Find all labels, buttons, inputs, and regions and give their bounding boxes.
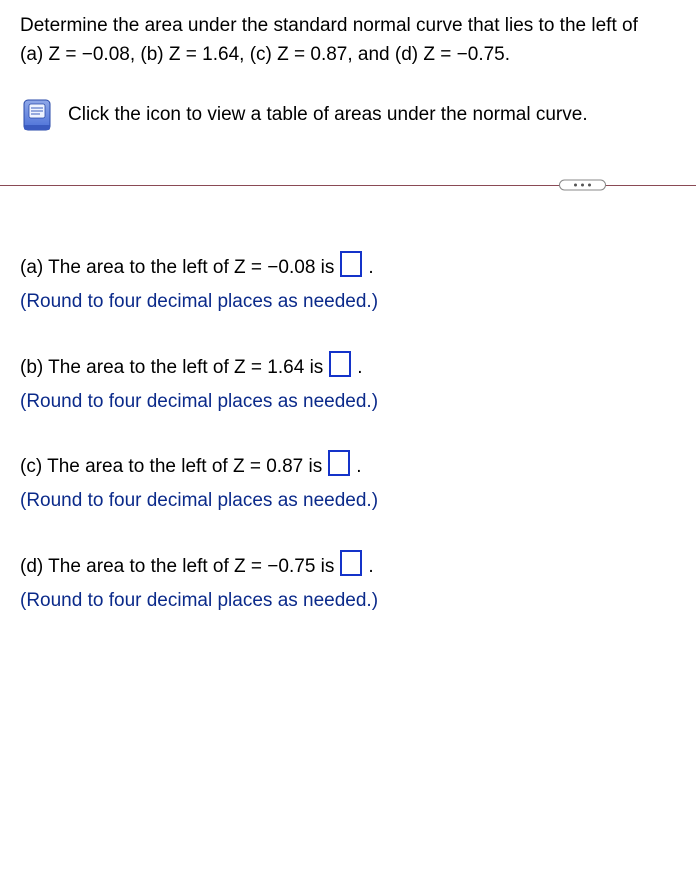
part-a-line: (a) The area to the left of Z = −0.08 is… <box>20 247 676 284</box>
part-a-suffix: . <box>368 252 373 284</box>
dot-icon <box>574 184 577 187</box>
more-options-pill[interactable] <box>559 180 606 191</box>
part-c-prefix: (c) The area to the left of Z = 0.87 is <box>20 451 322 483</box>
part-d-suffix: . <box>368 551 373 583</box>
answer-input-b[interactable] <box>329 351 351 377</box>
section-divider <box>0 173 696 197</box>
answer-input-d[interactable] <box>340 550 362 576</box>
icon-hint-text: Click the icon to view a table of areas … <box>68 104 588 126</box>
part-c-suffix: . <box>356 451 361 483</box>
question-line1: Determine the area under the standard no… <box>20 12 676 41</box>
book-icon[interactable] <box>20 97 56 133</box>
part-b-line: (b) The area to the left of Z = 1.64 is … <box>20 347 676 384</box>
part-b-prefix: (b) The area to the left of Z = 1.64 is <box>20 352 323 384</box>
answer-input-a[interactable] <box>340 251 362 277</box>
part-d-prefix: (d) The area to the left of Z = −0.75 is <box>20 551 334 583</box>
part-a-prefix: (a) The area to the left of Z = −0.08 is <box>20 252 334 284</box>
question-line2: (a) Z = −0.08, (b) Z = 1.64, (c) Z = 0.8… <box>20 41 676 70</box>
table-icon-row: Click the icon to view a table of areas … <box>20 97 676 133</box>
part-c: (c) The area to the left of Z = 0.87 is … <box>20 446 676 518</box>
part-b-hint: (Round to four decimal places as needed.… <box>20 386 676 418</box>
answer-input-c[interactable] <box>328 450 350 476</box>
part-c-hint: (Round to four decimal places as needed.… <box>20 485 676 517</box>
part-a-hint: (Round to four decimal places as needed.… <box>20 286 676 318</box>
question-text: Determine the area under the standard no… <box>20 12 676 69</box>
part-d: (d) The area to the left of Z = −0.75 is… <box>20 546 676 618</box>
part-d-hint: (Round to four decimal places as needed.… <box>20 585 676 617</box>
dot-icon <box>581 184 584 187</box>
dot-icon <box>588 184 591 187</box>
part-c-line: (c) The area to the left of Z = 0.87 is … <box>20 446 676 483</box>
part-a: (a) The area to the left of Z = −0.08 is… <box>20 247 676 319</box>
part-d-line: (d) The area to the left of Z = −0.75 is… <box>20 546 676 583</box>
part-b-suffix: . <box>357 352 362 384</box>
part-b: (b) The area to the left of Z = 1.64 is … <box>20 347 676 419</box>
